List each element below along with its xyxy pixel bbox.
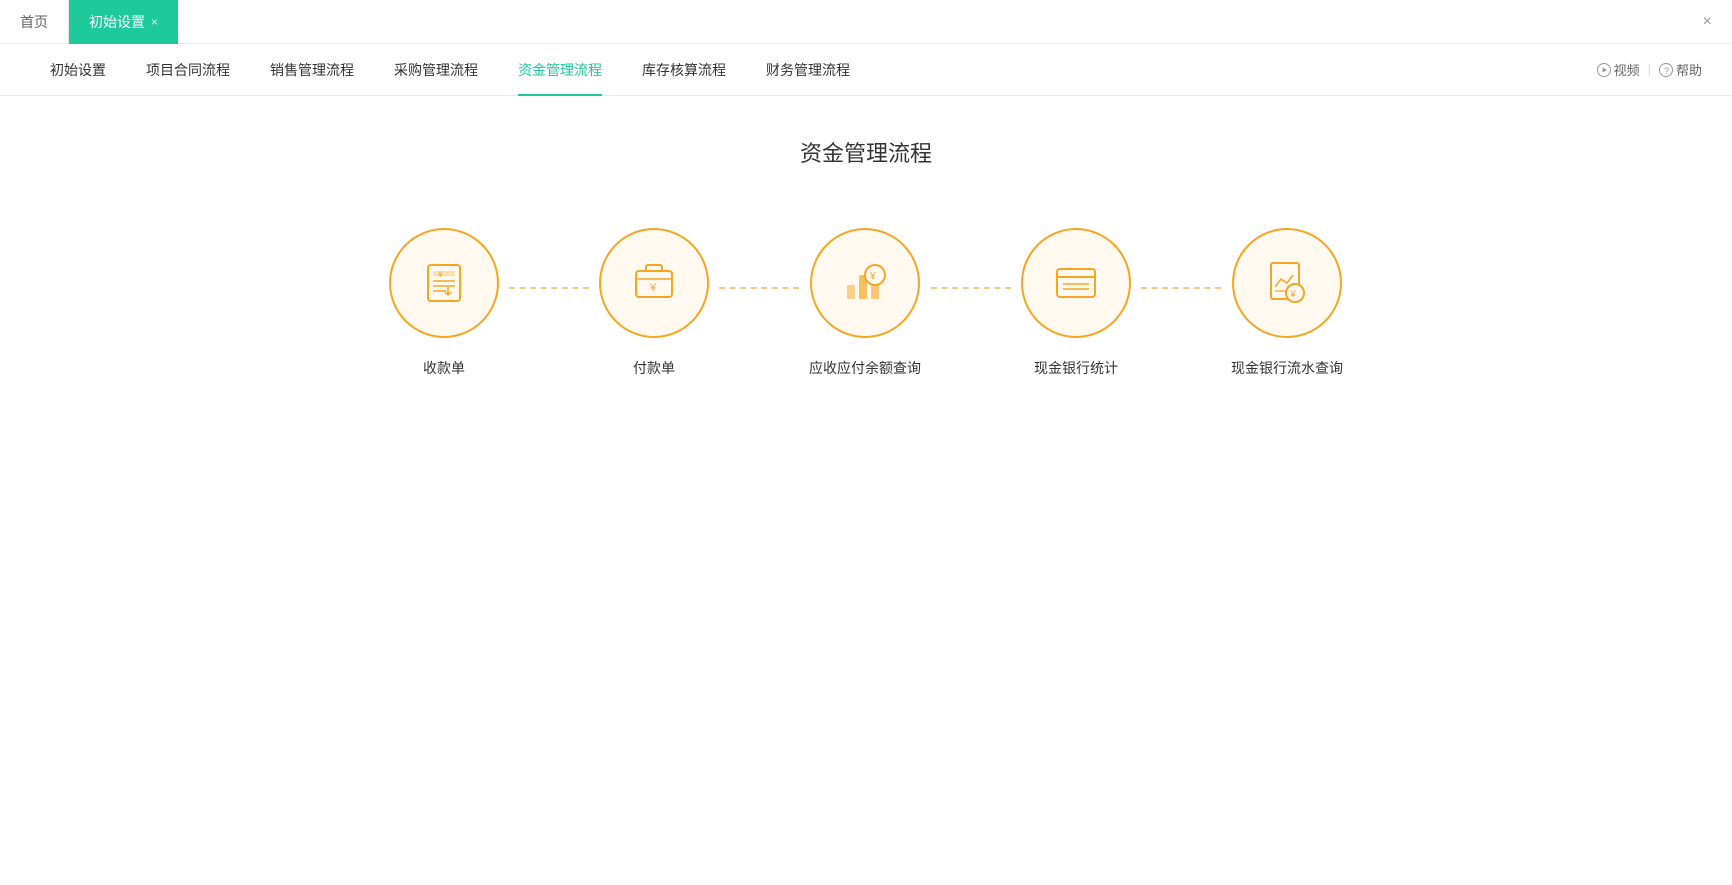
nav-purchase[interactable]: 采购管理流程	[374, 44, 498, 96]
statement-icon: ¥	[1261, 257, 1313, 309]
receipt-icon-wrap: ¥	[389, 228, 499, 338]
window-close-icon[interactable]: ×	[1703, 13, 1712, 31]
connector-1	[499, 287, 599, 319]
payment-icon: ¥	[628, 257, 680, 309]
flow-item-receipt[interactable]: ¥ 收款单	[389, 228, 499, 378]
cashbank-icon-wrap	[1021, 228, 1131, 338]
statement-label: 现金银行流水查询	[1231, 358, 1343, 378]
cashbank-label: 现金银行统计	[1034, 358, 1118, 378]
flow-item-cashbank[interactable]: 现金银行统计	[1021, 228, 1131, 378]
balance-icon: ¥	[839, 257, 891, 309]
home-tab[interactable]: 首页	[0, 0, 69, 44]
payment-icon-wrap: ¥	[599, 228, 709, 338]
nav-inventory[interactable]: 库存核算流程	[622, 44, 746, 96]
svg-text:¥: ¥	[649, 282, 657, 294]
help-link[interactable]: ? 帮助	[1659, 60, 1702, 79]
receipt-icon: ¥	[418, 257, 470, 309]
help-icon: ?	[1659, 63, 1673, 77]
active-tab-close[interactable]: ×	[151, 15, 158, 29]
svg-text:¥: ¥	[437, 270, 443, 279]
svg-text:?: ?	[1664, 66, 1669, 76]
video-link[interactable]: 视频	[1597, 60, 1640, 79]
svg-text:¥: ¥	[869, 271, 876, 282]
cashbank-icon	[1050, 257, 1102, 309]
connector-2	[709, 287, 809, 319]
active-tab-label: 初始设置	[89, 12, 145, 32]
nav-separator: |	[1648, 62, 1651, 77]
svg-text:¥: ¥	[1290, 289, 1297, 299]
nav-bar-right: 视频 | ? 帮助	[1597, 60, 1702, 79]
nav-bar: 初始设置 项目合同流程 销售管理流程 采购管理流程 资金管理流程 库存核算流程 …	[0, 44, 1732, 96]
connector-4	[1131, 287, 1231, 319]
flow-item-payment[interactable]: ¥ 付款单	[599, 228, 709, 378]
top-bar-right: ×	[1683, 13, 1732, 31]
receipt-label: 收款单	[423, 358, 465, 378]
payment-label: 付款单	[633, 358, 675, 378]
balance-icon-wrap: ¥	[810, 228, 920, 338]
nav-project[interactable]: 项目合同流程	[126, 44, 250, 96]
balance-label: 应收应付余额查询	[809, 358, 921, 378]
main-content: 资金管理流程 ¥ 收款单	[0, 96, 1732, 418]
video-icon	[1597, 63, 1611, 77]
nav-init[interactable]: 初始设置	[30, 44, 126, 96]
flow-item-statement[interactable]: ¥ 现金银行流水查询	[1231, 228, 1343, 378]
top-bar: 首页 初始设置 × ×	[0, 0, 1732, 44]
active-tab[interactable]: 初始设置 ×	[69, 0, 178, 44]
flow-row: ¥ 收款单 ¥ 付款单	[389, 228, 1343, 378]
nav-fund[interactable]: 资金管理流程	[498, 44, 622, 96]
statement-icon-wrap: ¥	[1232, 228, 1342, 338]
connector-3	[921, 287, 1021, 319]
nav-finance[interactable]: 财务管理流程	[746, 44, 870, 96]
page-title: 资金管理流程	[800, 136, 932, 168]
nav-sales[interactable]: 销售管理流程	[250, 44, 374, 96]
flow-item-balance[interactable]: ¥ 应收应付余额查询	[809, 228, 921, 378]
